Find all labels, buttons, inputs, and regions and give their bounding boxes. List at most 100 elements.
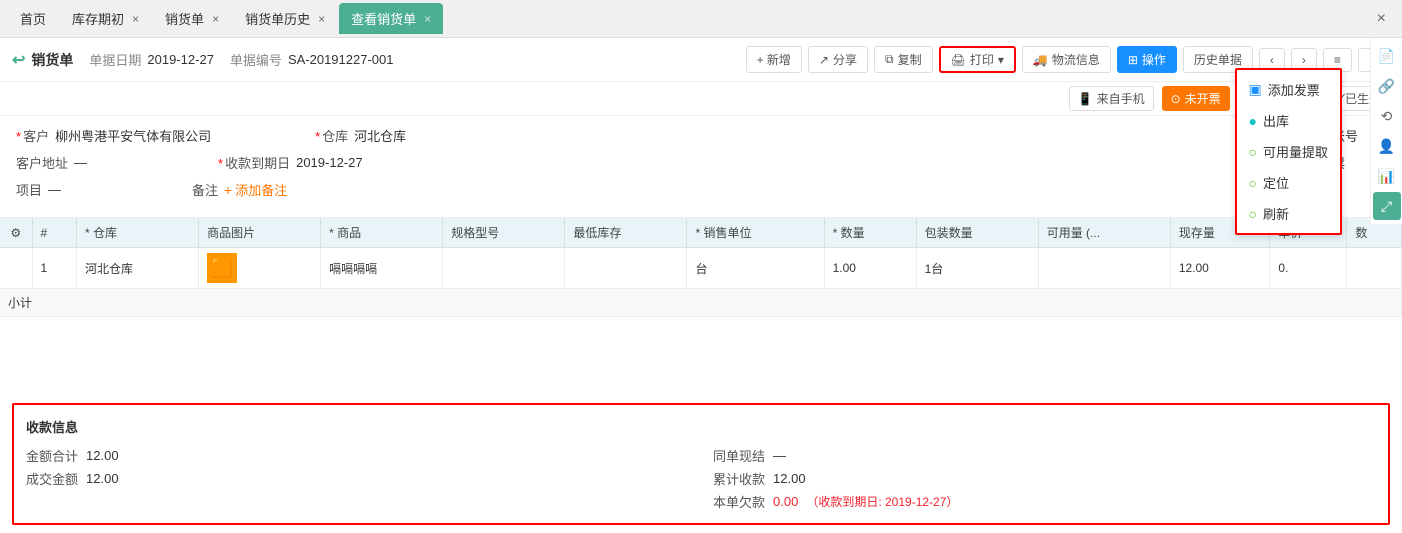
product-image-icon: 🟧 [211,258,233,279]
col-warehouse-header: * 仓库 [76,218,198,248]
tab-sales-history-close[interactable]: × [318,12,325,26]
customer-label: 客户 [16,126,49,145]
copy-icon: ⧉ [885,52,894,67]
note-field: 备注 + 添加备注 [192,180,287,199]
unopened-button[interactable]: ⊙ 未开票 [1162,86,1230,111]
sidebar-doc-icon[interactable]: 📄 [1373,42,1401,70]
add-invoice-label: 添加发票 [1268,80,1320,99]
payment-panel: 收款信息 金额合计 12.00 同单现结 — 成交金额 12.00 累计收款 1… [12,403,1390,525]
doc-header: ↩ 销货单 单据日期 2019-12-27 单据编号 SA-20191227-0… [0,38,1402,82]
refresh-item[interactable]: ○ 刷新 [1237,198,1340,229]
row-qty: 1.00 [824,248,916,289]
print-dropdown-icon: ▾ [998,53,1004,67]
tab-view-sales-close[interactable]: × [424,12,431,26]
tab-home[interactable]: 首页 [8,3,58,34]
row-num: 1 [32,248,76,289]
available-extract-icon: ○ [1249,144,1257,160]
total-row: 金额合计 12.00 [26,446,689,465]
locate-item[interactable]: ○ 定位 [1237,167,1340,198]
refresh-label: 刷新 [1263,204,1289,223]
copy-button[interactable]: ⧉ 复制 [874,46,933,73]
mobile-icon: 📱 [1078,92,1093,106]
total-value: 12.00 [86,448,119,463]
table-row: 1 河北仓库 🟧 嗝嗝嗝嗝 台 1.00 1台 [0,248,1402,289]
col-min-stock-header: 最低库存 [565,218,687,248]
address-field: 客户地址 — [16,153,154,172]
address-value: — [74,155,154,170]
toolbar2: 📱 来自手机 ⊙ 未开票 ✓ 已核销 ✓ ✓已生效 [0,82,1402,116]
available-extract-label: 可用量提取 [1263,142,1328,161]
operation-dropdown: ▣ 添加发票 ● 出库 ○ 可用量提取 ○ 定位 ○ 刷新 [1235,68,1342,235]
sidebar-expand-icon[interactable]: ⤢ [1373,192,1401,220]
tab-inventory-init-close[interactable]: × [132,12,139,26]
sidebar-user-icon[interactable]: 👤 [1373,132,1401,160]
row-unit: 台 [687,248,824,289]
cumulative-value: 12.00 [773,471,806,486]
note-label: 备注 [192,180,218,199]
sidebar-chart-icon[interactable]: 📊 [1373,162,1401,190]
subtotal-row: 小计 [0,289,1402,317]
col-product-header: * 商品 [321,218,443,248]
refresh-icon: ○ [1249,206,1257,222]
row-spec [443,248,565,289]
row-pkg-qty: 1台 [916,248,1038,289]
truck-icon: 🚚 [1033,53,1048,67]
tab-sales-history[interactable]: 销货单历史 × [233,3,337,34]
col-spec-header: 规格型号 [443,218,565,248]
tab-sales-order[interactable]: 销货单 × [153,3,231,34]
operation-button[interactable]: ⊞ 操作 [1117,46,1177,73]
share-button[interactable]: ↗ 分享 [808,46,868,73]
new-button[interactable]: + 新增 [746,46,802,73]
mobile-button[interactable]: 📱 来自手机 [1069,86,1154,111]
order-table: ⚙ # * 仓库 商品图片 * 商品 规格型号 最低库存 * 销售单位 * 数量… [0,218,1402,317]
customer-field: 客户 柳州粤港平安气体有限公司 [16,126,211,145]
customer-value: 柳州粤港平安气体有限公司 [55,126,211,145]
project-field: 项目 — [16,180,128,199]
outbound-label: 出库 [1263,111,1289,130]
tab-bar: 首页 库存期初 × 销货单 × 销货单历史 × 查看销货单 × × [0,0,1402,38]
col-unit-header: * 销售单位 [687,218,824,248]
payment-grid: 金额合计 12.00 同单现结 — 成交金额 12.00 累计收款 12.00 [26,446,1376,511]
outbound-icon: ● [1249,113,1257,129]
spacer-row [26,492,689,511]
add-invoice-item[interactable]: ▣ 添加发票 [1237,74,1340,105]
sidebar-refresh-icon[interactable]: ⟲ [1373,102,1401,130]
warehouse-field: 仓库 河北仓库 [315,126,434,145]
locate-label: 定位 [1263,173,1289,192]
available-extract-item[interactable]: ○ 可用量提取 [1237,136,1340,167]
col-pkg-header: 包装数量 [916,218,1038,248]
transaction-label: 成交金额 [26,469,78,488]
col-qty-header: * 数量 [824,218,916,248]
doc-icon: ↩ [12,50,25,70]
col-settings[interactable]: ⚙ [0,218,32,248]
row-min-stock [565,248,687,289]
tab-inventory-init[interactable]: 库存期初 × [60,3,151,34]
print-icon: 🖨 [951,53,966,67]
current-due-row: 本单欠款 0.00 （收款到期日: 2019-12-27） [713,492,1376,511]
logistics-button[interactable]: 🚚 物流信息 [1022,46,1111,73]
add-note-button[interactable]: + 添加备注 [224,180,287,199]
form-row-3: 项目 — 备注 + 添加备注 业务员孟 — [16,180,1386,199]
window-close-button[interactable]: × [1369,6,1394,32]
same-order-value: — [773,448,786,463]
col-img-header: 商品图片 [199,218,321,248]
row-available [1038,248,1170,289]
payment-date-label: 收款到期日 [218,153,290,172]
form-row-1: 客户 柳州粤港平安气体有限公司 仓库 河北仓库 业务员 演示账号 [16,126,1386,145]
grid-icon: ⊞ [1128,53,1138,67]
form-row-2: 客户地址 — 收款到期日 2019-12-27 票据类型 不开票 [16,153,1386,172]
add-note-icon: + [224,182,232,198]
tab-view-sales[interactable]: 查看销货单 × [339,3,443,34]
address-label: 客户地址 [16,153,68,172]
outbound-item[interactable]: ● 出库 [1237,105,1340,136]
sidebar-link-icon[interactable]: 🔗 [1373,72,1401,100]
tab-sales-order-close[interactable]: × [212,12,219,26]
print-button[interactable]: 🖨 打印 ▾ [939,46,1016,73]
ticket-icon: ⊙ [1171,92,1181,106]
doc-date-field: 单据日期 2019-12-27 [89,50,214,69]
locate-icon: ○ [1249,175,1257,191]
due-date-hint: （收款到期日: 2019-12-27） [806,493,958,510]
row-price: 0. [1270,248,1347,289]
form-area: 客户 柳州粤港平安气体有限公司 仓库 河北仓库 业务员 演示账号 客户地址 — [0,116,1402,217]
doc-meta: 单据日期 2019-12-27 单据编号 SA-20191227-001 [89,50,393,69]
